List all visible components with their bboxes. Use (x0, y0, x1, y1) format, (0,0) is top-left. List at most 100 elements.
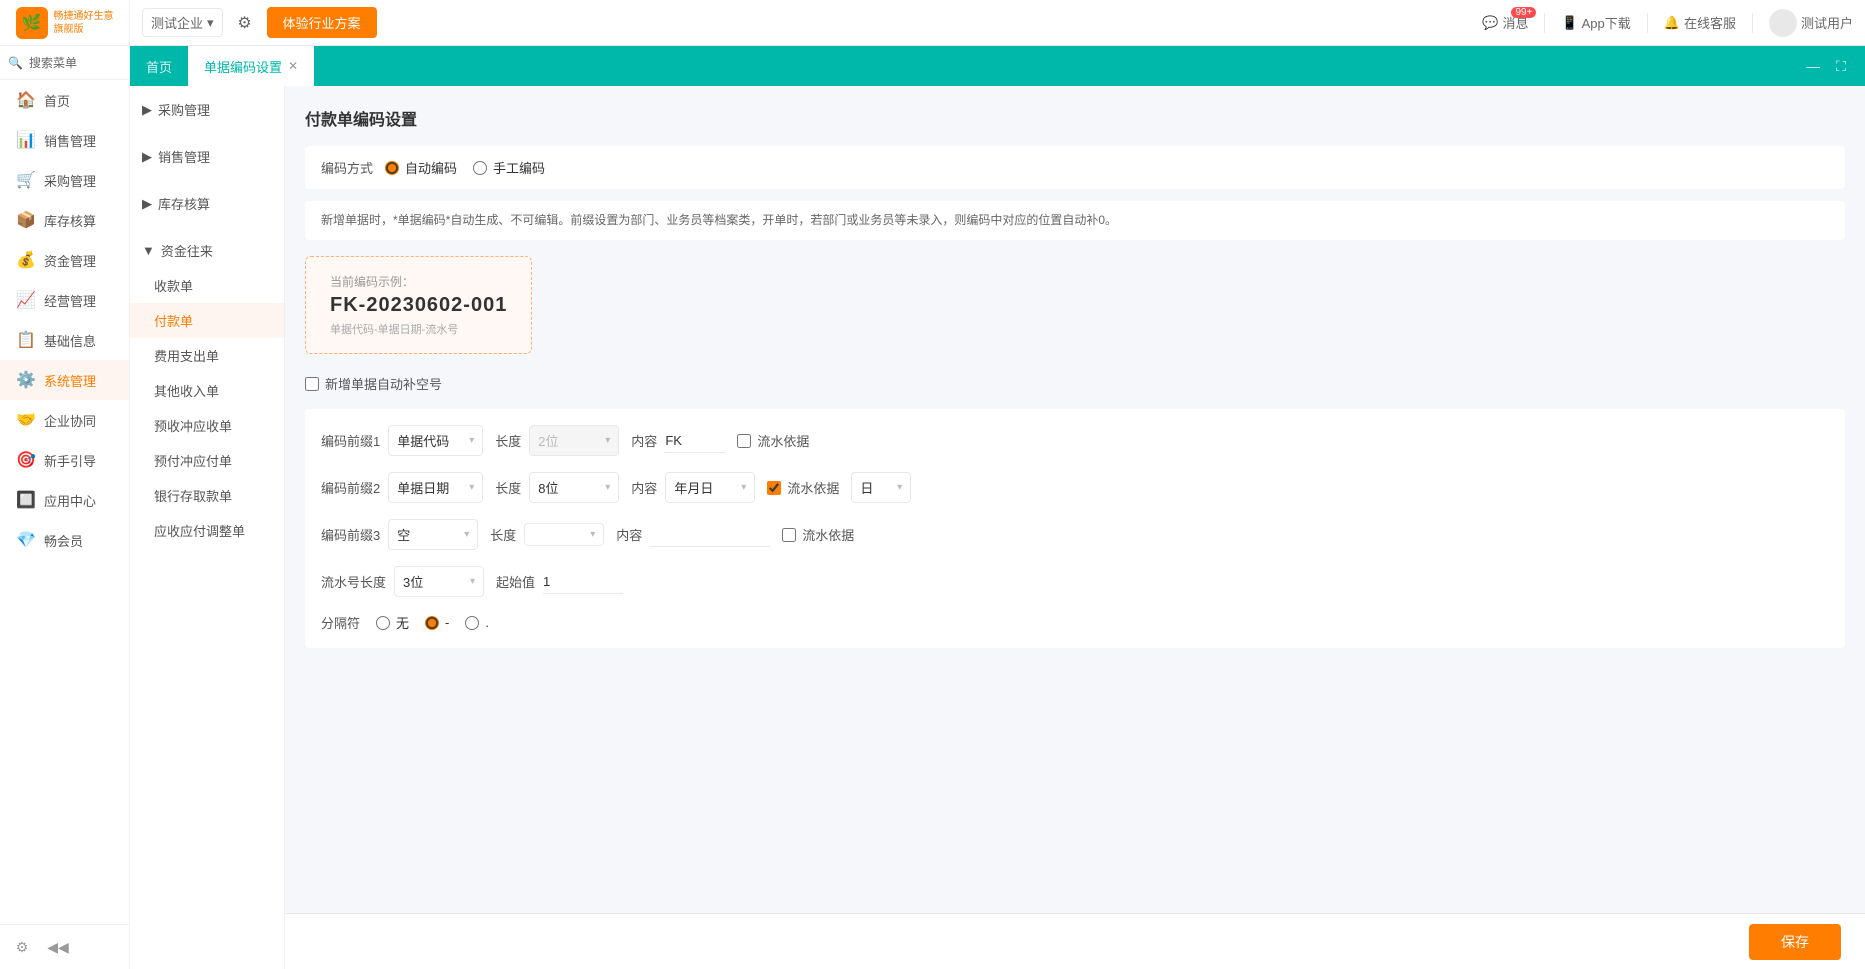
tab-serial-setting[interactable]: 单据编码设置 ✕ (188, 46, 314, 86)
serial-length-label: 流水号长度 (321, 572, 386, 591)
sec-item-payment[interactable]: 付款单 (130, 303, 284, 338)
serial2-unit-select[interactable]: 日 ▾ (851, 472, 911, 503)
serial2-checkbox[interactable] (767, 481, 781, 495)
chevron-right-icon2: ▶ (142, 149, 152, 165)
auto-encode-label: 自动编码 (405, 158, 457, 177)
serial-length-select[interactable]: 3位 ▾ (394, 566, 484, 597)
sec-group-purchase-header[interactable]: ▶ 采购管理 (130, 92, 284, 127)
sec-item-expense[interactable]: 费用支出单 (130, 338, 284, 373)
home-icon: 🏠 (16, 90, 36, 110)
sidebar-search[interactable]: 🔍 搜索菜单 (0, 46, 129, 80)
user-avatar[interactable]: 测试用户 (1769, 9, 1853, 37)
sidebar-item-operations[interactable]: 📈 经营管理 (0, 280, 129, 320)
start-value-input[interactable]: 1 (543, 570, 623, 594)
sidebar-item-basic[interactable]: 📋 基础信息 (0, 320, 129, 360)
sidebar-item-sales[interactable]: 📊 销售管理 (0, 120, 129, 160)
prefix1-select[interactable]: 单据代码 ▾ (388, 425, 483, 456)
prefix1-field: 编码前缀1 单据代码 ▾ (321, 425, 483, 456)
member-icon: 💎 (16, 530, 36, 550)
sidebar-item-finance[interactable]: 💰 资金管理 (0, 240, 129, 280)
auto-encode-radio[interactable] (385, 161, 399, 175)
main-content: 付款单编码设置 编码方式 自动编码 手工编码 新增单据时，*单据编码*自动生成、… (285, 86, 1865, 969)
sep-dot-option[interactable]: . (465, 615, 489, 630)
sec-item-bank-deposit[interactable]: 银行存取款单 (130, 478, 284, 513)
auto-encode-option[interactable]: 自动编码 (385, 158, 457, 177)
sidebar-item-guide[interactable]: 🎯 新手引导 (0, 440, 129, 480)
chevron-right-icon: ▶ (142, 102, 152, 118)
settings-bottom-icon[interactable]: ⚙ (8, 933, 36, 961)
sidebar-item-apps[interactable]: 🔲 应用中心 (0, 480, 129, 520)
length3-select[interactable]: ▾ (524, 523, 604, 546)
search-icon: 🔍 (8, 56, 23, 70)
sec-item-prepay-pay[interactable]: 预付冲应付单 (130, 443, 284, 478)
length3-label: 长度 (490, 525, 516, 544)
minimize-icon[interactable]: — (1801, 54, 1825, 78)
sidebar-item-member[interactable]: 💎 畅会员 (0, 520, 129, 560)
content1-input[interactable] (665, 429, 725, 453)
chevron-down-icon10: ▾ (590, 529, 595, 540)
save-button[interactable]: 保存 (1749, 924, 1841, 960)
manual-encode-radio[interactable] (473, 161, 487, 175)
start-value-field: 起始值 1 (496, 570, 623, 594)
sec-group-purchase: ▶ 采购管理 (130, 86, 284, 133)
sep-dash-radio[interactable] (425, 616, 439, 630)
serial1-checkbox-item[interactable]: 流水依据 (737, 431, 809, 450)
content1-field: 内容 (631, 429, 725, 453)
sep-dot-radio[interactable] (465, 616, 479, 630)
serial3-checkbox-item[interactable]: 流水依据 (782, 525, 854, 544)
sidebar-item-system[interactable]: ⚙️ 系统管理 (0, 360, 129, 400)
sec-group-capital-header[interactable]: ▼ 资金往来 (130, 233, 284, 268)
sec-item-receipt[interactable]: 收款单 (130, 268, 284, 303)
serial3-checkbox[interactable] (782, 528, 796, 542)
sec-item-prepay-receive[interactable]: 预收冲应收单 (130, 408, 284, 443)
chevron-down-icon11: ▾ (470, 576, 475, 587)
maximize-icon[interactable]: ⛶ (1829, 54, 1853, 78)
content2-select[interactable]: 年月日 ▾ (665, 472, 755, 503)
online-service-button[interactable]: 🔔 在线客服 (1664, 13, 1736, 32)
sep-none-option[interactable]: 无 (376, 613, 409, 632)
sec-item-income[interactable]: 其他收入单 (130, 373, 284, 408)
company-selector[interactable]: 测试企业 ▾ (142, 8, 223, 37)
window-controls: — ⛶ (1801, 54, 1865, 78)
auto-fill-checkbox[interactable] (305, 377, 319, 391)
config-row-1: 编码前缀1 单据代码 ▾ 长度 2位 ▾ 内容 流水依据 (321, 425, 1829, 456)
message-icon: 💬 (1482, 15, 1498, 31)
sidebar-item-inventory[interactable]: 📦 库存核算 (0, 200, 129, 240)
purchase-icon: 🛒 (16, 170, 36, 190)
preview-desc: 单据代码-单据日期-流水号 (330, 321, 507, 337)
sec-group-inventory-header[interactable]: ▶ 库存核算 (130, 186, 284, 221)
chevron-down-icon5: ▾ (469, 482, 474, 493)
trial-button[interactable]: 体验行业方案 (267, 7, 377, 38)
content3-input[interactable] (650, 523, 770, 547)
divider3 (1752, 13, 1753, 33)
divider (1544, 13, 1545, 33)
serial2-label: 流水依据 (787, 478, 839, 497)
sidebar-item-home[interactable]: 🏠 首页 (0, 80, 129, 120)
length1-field: 长度 2位 ▾ (495, 425, 619, 456)
settings-icon[interactable]: ⚙ (231, 9, 259, 37)
prefix3-field: 编码前缀3 空 ▾ (321, 519, 478, 550)
prefix3-select[interactable]: 空 ▾ (388, 519, 478, 550)
length2-select[interactable]: 8位 ▾ (529, 472, 619, 503)
chevron-down-icon2: ▼ (142, 243, 155, 258)
sidebar-item-cooperation[interactable]: 🤝 企业协同 (0, 400, 129, 440)
message-button[interactable]: 💬 消息 99+ (1482, 13, 1528, 32)
manual-encode-option[interactable]: 手工编码 (473, 158, 545, 177)
sec-group-sales: ▶ 销售管理 (130, 133, 284, 180)
sec-group-inventory: ▶ 库存核算 (130, 180, 284, 227)
tab-close-icon[interactable]: ✕ (288, 59, 298, 73)
serial2-checkbox-item[interactable]: 流水依据 (767, 478, 839, 497)
serial1-checkbox[interactable] (737, 434, 751, 448)
sep-none-radio[interactable] (376, 616, 390, 630)
tab-home[interactable]: 首页 (130, 46, 188, 86)
sec-item-payable-adjust[interactable]: 应收应付调整单 (130, 513, 284, 548)
collapse-icon[interactable]: ◀◀ (44, 933, 72, 961)
sec-group-sales-header[interactable]: ▶ 销售管理 (130, 139, 284, 174)
config-row-2: 编码前缀2 单据日期 ▾ 长度 8位 ▾ 内容 年月日 ▾ (321, 472, 1829, 503)
sep-dash-option[interactable]: - (425, 615, 449, 630)
download-icon: 📱 (1561, 15, 1577, 31)
secondary-sidebar: ▶ 采购管理 ▶ 销售管理 ▶ 库存核算 ▼ 资金往来 收款单 付款单 费用支出… (130, 86, 285, 969)
sidebar-item-purchase[interactable]: 🛒 采购管理 (0, 160, 129, 200)
app-download-button[interactable]: 📱 App下载 (1561, 13, 1630, 32)
prefix2-select[interactable]: 单据日期 ▾ (388, 472, 483, 503)
